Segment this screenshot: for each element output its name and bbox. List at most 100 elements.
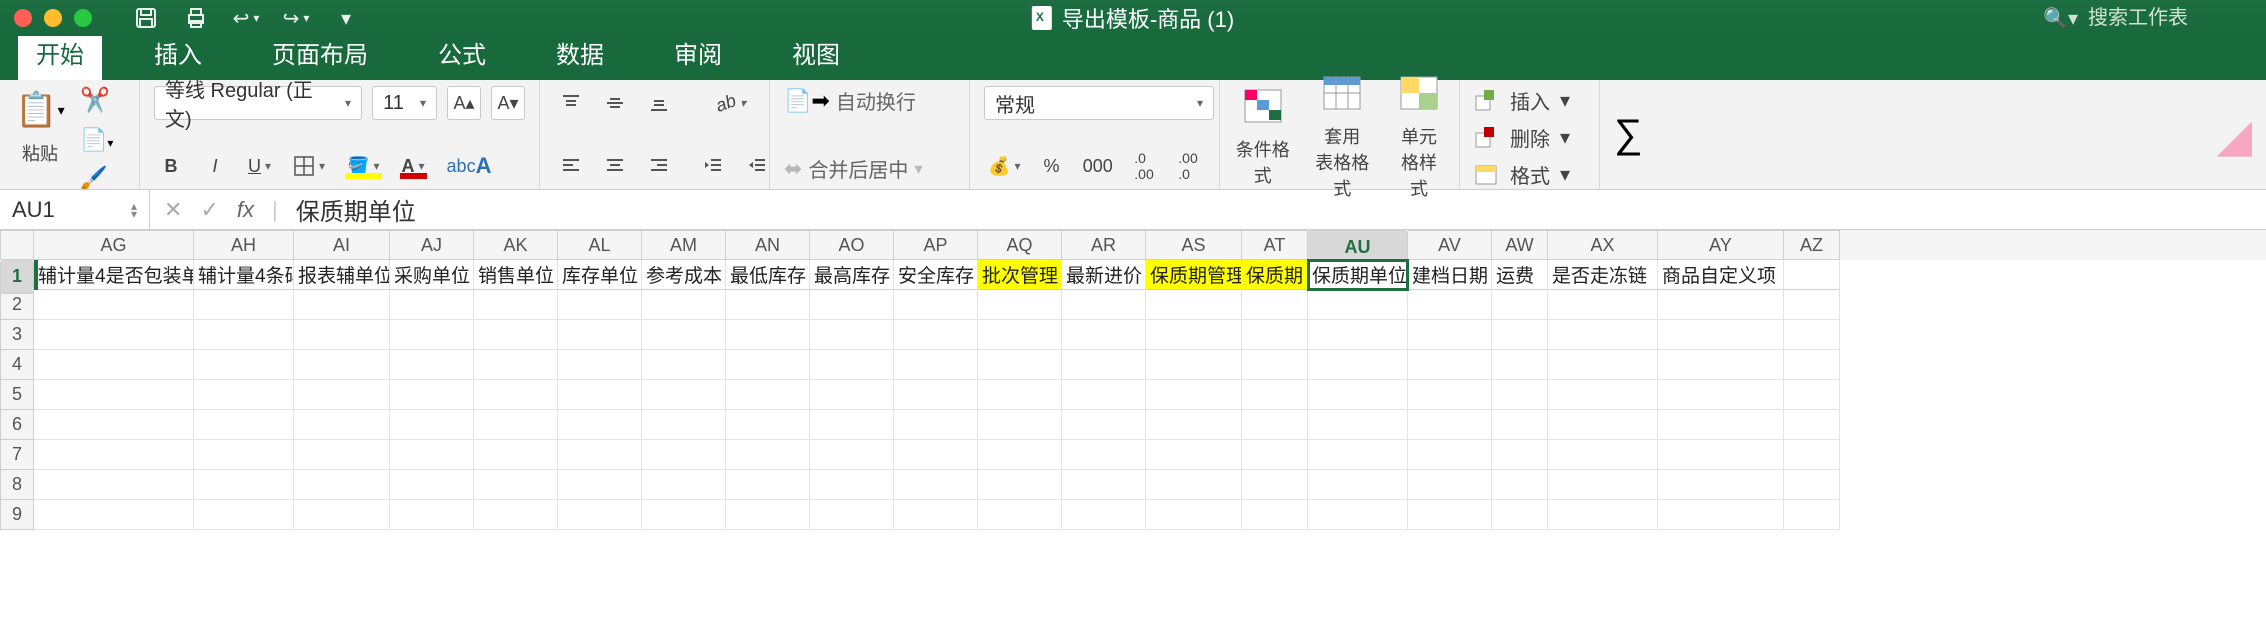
cell[interactable]: [894, 500, 978, 530]
cell[interactable]: 最新进价: [1062, 260, 1146, 290]
cell[interactable]: [1242, 380, 1308, 410]
format-as-table-button[interactable]: 套用 表格格式: [1314, 69, 1372, 201]
cut-icon[interactable]: ✂️: [80, 86, 113, 115]
search-input[interactable]: [2088, 7, 2248, 30]
cell[interactable]: [1242, 470, 1308, 500]
cell[interactable]: [1308, 500, 1408, 530]
cell[interactable]: [810, 350, 894, 380]
cell[interactable]: [1492, 500, 1548, 530]
cell[interactable]: [194, 380, 294, 410]
select-all-corner[interactable]: [0, 230, 34, 260]
column-header-AY[interactable]: AY: [1658, 230, 1784, 260]
cell[interactable]: [642, 320, 726, 350]
cell[interactable]: [34, 500, 194, 530]
cell[interactable]: 批次管理: [978, 260, 1062, 290]
column-header-AP[interactable]: AP: [894, 230, 978, 260]
cell[interactable]: [1408, 320, 1492, 350]
increase-font-icon[interactable]: A▴: [447, 86, 481, 120]
cell[interactable]: [1548, 470, 1658, 500]
cell[interactable]: [294, 380, 390, 410]
column-header-AW[interactable]: AW: [1492, 230, 1548, 260]
cell[interactable]: [1408, 440, 1492, 470]
cell[interactable]: [34, 290, 194, 320]
cell[interactable]: [34, 350, 194, 380]
column-header-AN[interactable]: AN: [726, 230, 810, 260]
format-cells-button[interactable]: 格式▾: [1474, 160, 1585, 189]
cell[interactable]: [294, 410, 390, 440]
cell[interactable]: [34, 410, 194, 440]
fill-color-button[interactable]: 🪣▾: [341, 149, 385, 183]
cell[interactable]: [1492, 410, 1548, 440]
cell[interactable]: [1242, 440, 1308, 470]
cell[interactable]: [978, 500, 1062, 530]
cell[interactable]: [1784, 290, 1840, 320]
cell[interactable]: [1062, 290, 1146, 320]
cell[interactable]: 库存单位: [558, 260, 642, 290]
cell[interactable]: [294, 350, 390, 380]
column-header-AO[interactable]: AO: [810, 230, 894, 260]
cell[interactable]: [726, 320, 810, 350]
cell[interactable]: [294, 440, 390, 470]
cell[interactable]: [978, 440, 1062, 470]
cell[interactable]: [894, 440, 978, 470]
cell[interactable]: 采购单位: [390, 260, 474, 290]
comma-icon[interactable]: 000: [1079, 149, 1117, 183]
cell[interactable]: [558, 470, 642, 500]
percent-icon[interactable]: %: [1035, 149, 1069, 183]
cell[interactable]: [726, 380, 810, 410]
fx-icon[interactable]: fx: [237, 197, 254, 223]
italic-button[interactable]: I: [198, 149, 232, 183]
cell[interactable]: 辅计量4是否包装单位: [34, 260, 194, 290]
cell[interactable]: [894, 290, 978, 320]
cell[interactable]: [390, 320, 474, 350]
cell[interactable]: [194, 410, 294, 440]
column-header-AJ[interactable]: AJ: [390, 230, 474, 260]
cell[interactable]: [1242, 290, 1308, 320]
minimize-window-button[interactable]: [44, 9, 62, 27]
cell[interactable]: [1784, 320, 1840, 350]
cell[interactable]: [726, 290, 810, 320]
cell[interactable]: [810, 410, 894, 440]
maximize-window-button[interactable]: [74, 9, 92, 27]
cell[interactable]: [1548, 380, 1658, 410]
cell[interactable]: [1242, 320, 1308, 350]
format-painter-icon[interactable]: 🖌️: [80, 165, 113, 191]
cell[interactable]: 建档日期: [1408, 260, 1492, 290]
cell[interactable]: [1146, 500, 1242, 530]
cell[interactable]: [474, 350, 558, 380]
cell[interactable]: [1658, 320, 1784, 350]
cell[interactable]: [1308, 470, 1408, 500]
cell[interactable]: [978, 350, 1062, 380]
align-right-icon[interactable]: [642, 149, 676, 183]
decrease-decimal-icon[interactable]: .00.0: [1171, 149, 1205, 183]
cell[interactable]: [894, 320, 978, 350]
cell[interactable]: [1062, 500, 1146, 530]
bold-button[interactable]: B: [154, 149, 188, 183]
cell[interactable]: [294, 470, 390, 500]
cell[interactable]: [474, 410, 558, 440]
cell[interactable]: [1658, 470, 1784, 500]
insert-cells-button[interactable]: 插入▾: [1474, 86, 1585, 115]
cell[interactable]: [294, 320, 390, 350]
cell[interactable]: [1062, 470, 1146, 500]
row-header[interactable]: 8: [0, 470, 34, 500]
cell[interactable]: [1408, 350, 1492, 380]
cell[interactable]: [1784, 410, 1840, 440]
cell[interactable]: [1784, 260, 1840, 290]
cell[interactable]: [726, 440, 810, 470]
cell[interactable]: [294, 500, 390, 530]
cell[interactable]: [810, 320, 894, 350]
cell[interactable]: [1492, 320, 1548, 350]
copy-icon[interactable]: 📄▾: [80, 127, 113, 153]
cell[interactable]: 报表辅单位: [294, 260, 390, 290]
cell[interactable]: [1492, 350, 1548, 380]
cell[interactable]: [558, 290, 642, 320]
cell[interactable]: [642, 500, 726, 530]
cell[interactable]: [474, 470, 558, 500]
cell[interactable]: [294, 290, 390, 320]
row-header[interactable]: 3: [0, 320, 34, 350]
row-header[interactable]: 2: [0, 290, 34, 320]
cell[interactable]: [1548, 350, 1658, 380]
font-size-select[interactable]: 11▾: [372, 86, 437, 120]
qat-customize-icon[interactable]: ▾: [332, 4, 360, 32]
